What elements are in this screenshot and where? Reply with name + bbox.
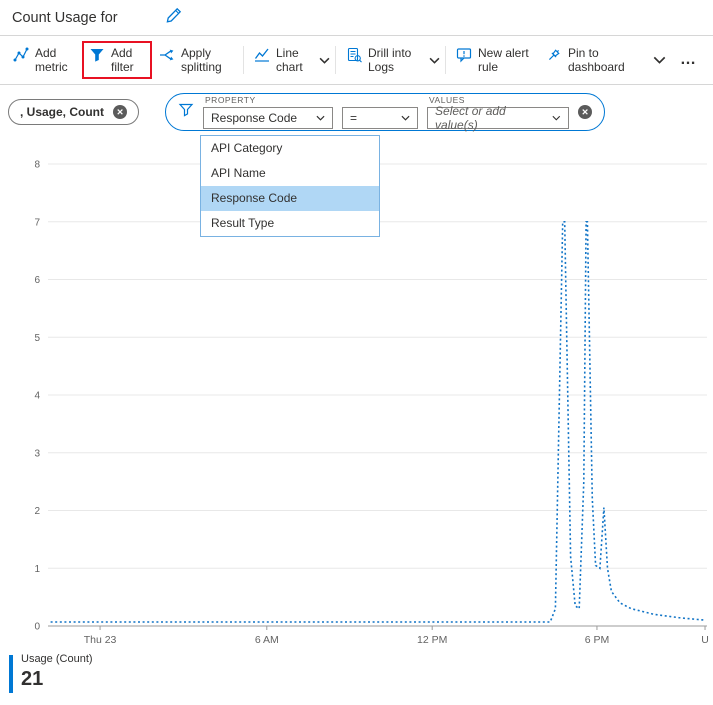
legend-entry: Usage (Count) 21 [21, 653, 93, 693]
funnel-icon [178, 102, 194, 123]
svg-text:Thu 23: Thu 23 [84, 634, 117, 646]
apply-splitting-label: Apply splitting [181, 46, 222, 74]
drill-logs-icon [346, 46, 362, 68]
add-filter-button[interactable]: Add filter [82, 41, 152, 79]
remove-filter-icon[interactable]: ✕ [578, 105, 593, 119]
svg-text:3: 3 [34, 448, 40, 459]
metrics-toolbar: Add metric Add filter Apply splitting Li… [0, 36, 713, 85]
edit-title-button[interactable] [166, 7, 182, 28]
add-metric-icon [13, 46, 29, 68]
toolbar-divider [445, 46, 446, 74]
pencil-icon [166, 7, 182, 28]
chart-title-bar: Count Usage for [0, 0, 713, 36]
svg-text:12 PM: 12 PM [417, 634, 447, 646]
more-options-icon[interactable]: … [680, 52, 697, 68]
dropdown-item[interactable]: Response Code [201, 186, 379, 211]
filter-capsule: PROPERTY Response Code = VALUES Select o… [165, 93, 606, 132]
filter-icon [89, 46, 105, 68]
dropdown-item[interactable]: API Name [201, 161, 379, 186]
svg-text:8: 8 [34, 160, 40, 171]
chevron-down-icon [552, 115, 561, 121]
svg-text:6 AM: 6 AM [255, 634, 279, 646]
property-label: PROPERTY [205, 95, 256, 105]
legend-color-bar [9, 655, 13, 693]
legend-series-value: 21 [21, 668, 44, 690]
operator-group: = [342, 95, 419, 129]
remove-metric-icon[interactable]: ✕ [113, 105, 128, 119]
values-select[interactable]: Select or add value(s) [427, 104, 570, 132]
svg-text:6 PM: 6 PM [585, 634, 610, 646]
svg-text:2: 2 [34, 506, 40, 517]
new-alert-rule-button[interactable]: New alert rule [449, 41, 539, 79]
operator-select-value: = [350, 111, 358, 125]
property-dropdown: API Category API Name Response Code Result … [200, 135, 380, 237]
filter-row: , Usage, Count ✕ PROPERTY Response Code … [0, 85, 713, 237]
chart-legend: Usage (Count) 21 [0, 651, 713, 693]
line-chart-button[interactable]: Line chart [247, 41, 317, 79]
toolbar-divider [243, 46, 244, 74]
svg-text:0: 0 [34, 622, 40, 633]
pin-to-dashboard-label: Pin to dashboard [568, 46, 625, 74]
toolbar-collapse-chevron[interactable] [651, 52, 668, 68]
legend-series-name: Usage (Count) [21, 653, 93, 665]
property-select[interactable]: Response Code [203, 107, 334, 129]
add-metric-button[interactable]: Add metric [6, 41, 82, 79]
dropdown-item[interactable]: Result Type [201, 211, 379, 236]
line-chart-icon [254, 46, 270, 68]
values-placeholder: Select or add value(s) [435, 104, 506, 132]
chevron-down-icon [401, 115, 410, 121]
toolbar-overflow-group: … [651, 52, 707, 68]
page-title: Count Usage for [12, 9, 118, 26]
metric-pill-label: , Usage, Count [20, 105, 105, 119]
svg-text:U: U [701, 634, 709, 646]
operator-select[interactable]: = [342, 107, 419, 129]
apply-splitting-button[interactable]: Apply splitting [152, 41, 240, 79]
new-alert-rule-label: New alert rule [478, 46, 529, 74]
chevron-down-icon [316, 115, 325, 121]
metric-pill[interactable]: , Usage, Count ✕ [8, 99, 140, 125]
line-chart-label: Line chart [276, 46, 303, 74]
pin-to-dashboard-button[interactable]: Pin to dashboard [539, 41, 635, 79]
toolbar-divider [335, 46, 336, 74]
add-filter-label: Add filter [111, 46, 134, 74]
values-group: VALUES Select or add value(s) [427, 95, 570, 132]
split-icon [159, 46, 175, 68]
svg-text:5: 5 [34, 333, 40, 344]
line-chart-dropdown-chevron[interactable] [317, 53, 332, 68]
new-alert-icon [456, 46, 472, 68]
drill-into-logs-button[interactable]: Drill into Logs [339, 41, 427, 79]
svg-text:1: 1 [34, 564, 40, 575]
svg-text:4: 4 [34, 391, 40, 402]
pin-icon [546, 46, 562, 68]
property-group: PROPERTY Response Code [203, 95, 334, 129]
add-metric-label: Add metric [35, 46, 68, 74]
operator-label-spacer [344, 95, 418, 106]
drill-logs-dropdown-chevron[interactable] [427, 53, 442, 68]
drill-into-logs-label: Drill into Logs [368, 46, 412, 74]
property-select-value: Response Code [211, 111, 298, 125]
svg-text:7: 7 [34, 217, 40, 228]
svg-text:6: 6 [34, 275, 40, 286]
dropdown-item[interactable]: API Category [201, 136, 379, 161]
